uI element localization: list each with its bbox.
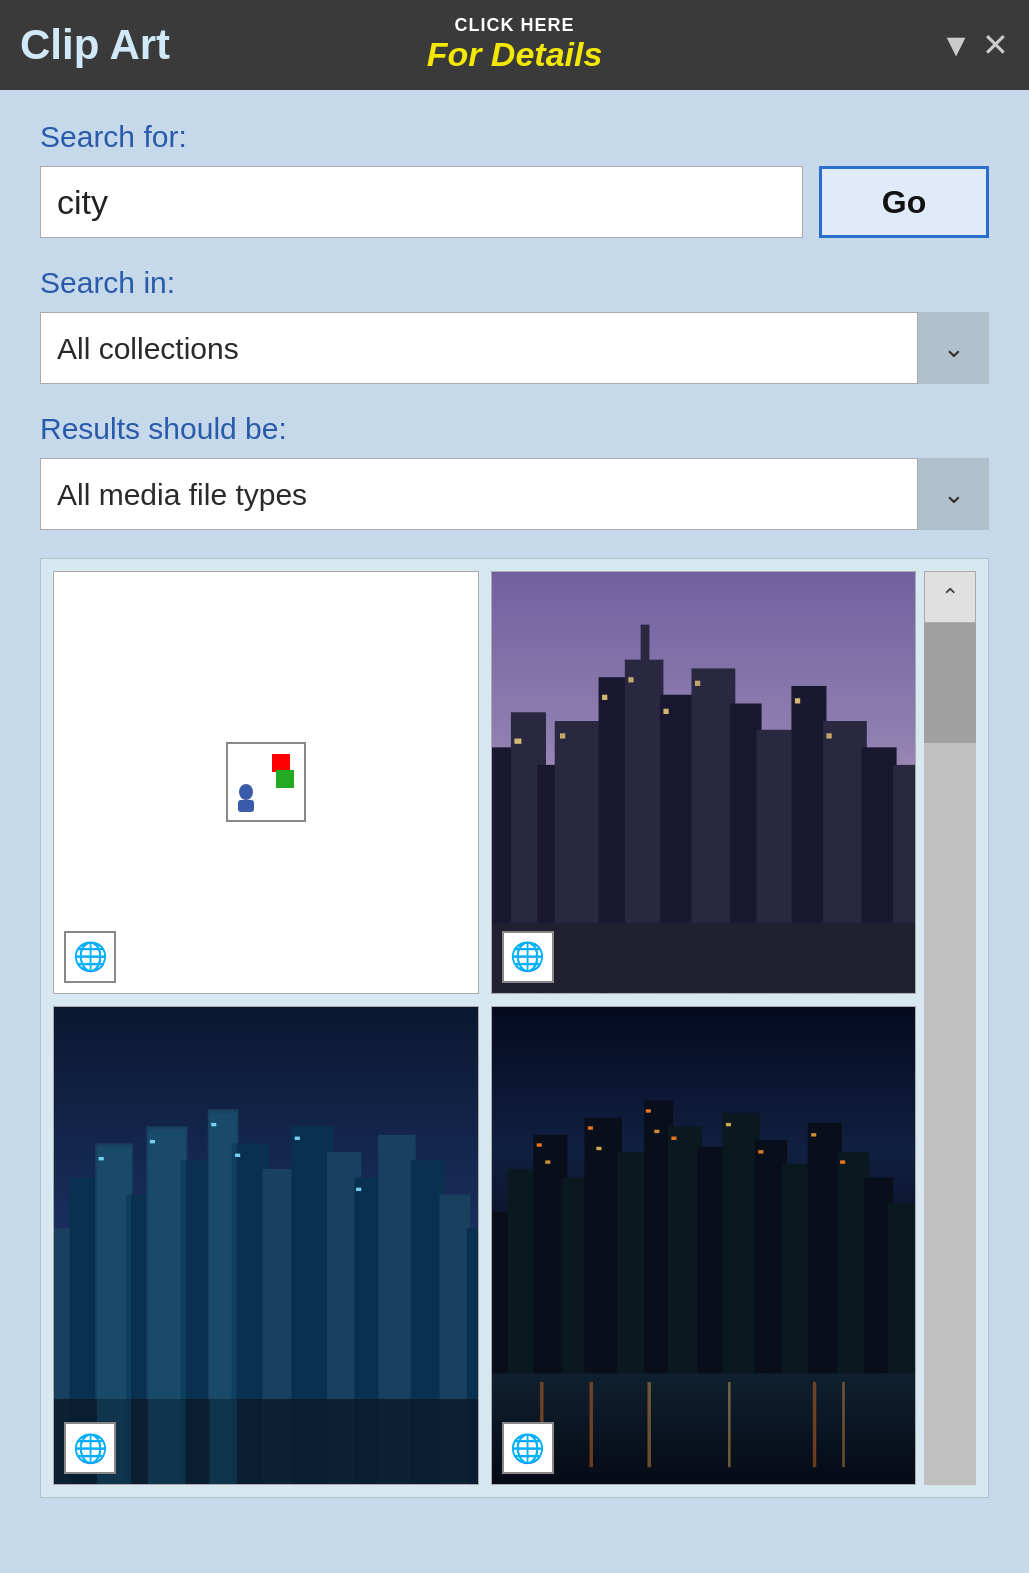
svg-rect-85 [811,1133,816,1136]
svg-rect-28 [826,733,831,738]
city-skyline-svg-1 [492,572,916,993]
dropdown-button[interactable]: ▼ [940,29,972,61]
clip-mini-icon [226,742,306,822]
search-in-label: Search in: [40,266,989,300]
globe-badge-4: 🌐 [502,1422,554,1474]
svg-rect-53 [211,1123,216,1126]
title-bar-controls: ▼ ✕ [940,29,1009,61]
svg-rect-23 [602,695,607,700]
svg-rect-79 [596,1147,601,1150]
promo-banner[interactable]: CLICK HERE For Details [427,16,603,73]
svg-rect-20 [492,923,916,993]
city-image-4 [492,1007,916,1484]
main-content: Search for: Go Search in: All collection… [0,90,1029,1528]
results-should-be-label: Results should be: [40,412,989,446]
clip-item-2[interactable]: 🌐 [491,571,917,994]
svg-rect-27 [794,698,799,703]
svg-rect-77 [545,1160,550,1163]
globe-badge-1: 🌐 [64,931,116,983]
svg-rect-26 [694,681,699,686]
search-input[interactable] [40,166,803,238]
svg-rect-82 [671,1136,676,1139]
svg-rect-86 [840,1160,845,1163]
svg-rect-84 [758,1150,763,1153]
clip-item-4[interactable]: 🌐 [491,1006,917,1485]
svg-rect-81 [654,1129,659,1132]
search-in-wrapper: All collections My collections Office.co… [40,312,989,384]
globe-badge-2: 🌐 [502,931,554,983]
svg-rect-1 [238,800,254,812]
svg-rect-10 [640,625,649,669]
city-skyline-svg-2 [54,1007,478,1484]
svg-rect-51 [99,1157,104,1160]
results-type-container: All media file types Illustrations Photo… [40,458,989,530]
city-image-3 [54,1007,478,1484]
svg-rect-22 [559,733,564,738]
search-in-select[interactable]: All collections My collections Office.co… [40,312,989,384]
svg-rect-54 [235,1153,240,1156]
clip-icon-placeholder [216,732,316,832]
svg-rect-24 [628,677,633,682]
svg-rect-50 [210,1112,237,1484]
click-here-label: CLICK HERE [427,16,603,36]
results-scrollbar: ⌃ [924,571,976,1485]
for-details-label: For Details [427,36,603,73]
results-type-select[interactable]: All media file types Illustrations Photo… [40,458,989,530]
results-area: 🌐 [40,558,989,1498]
globe-badge-3: 🌐 [64,1422,116,1474]
results-grid: 🌐 [53,571,916,1485]
svg-point-0 [239,784,253,800]
clip-item-1[interactable]: 🌐 [53,571,479,994]
svg-rect-87 [492,1373,916,1484]
scroll-track[interactable] [924,623,976,1485]
mini-green-square [276,770,294,788]
svg-rect-55 [295,1136,300,1139]
clip-item-3[interactable]: 🌐 [53,1006,479,1485]
search-for-label: Search for: [40,120,989,154]
go-button[interactable]: Go [819,166,989,238]
person-icon [234,782,270,814]
close-button[interactable]: ✕ [982,29,1009,61]
svg-rect-80 [645,1109,650,1112]
app-title: Clip Art [20,21,170,69]
svg-rect-78 [587,1126,592,1129]
city-image-2 [492,572,916,993]
search-row: Go [40,166,989,238]
svg-rect-49 [148,1129,185,1484]
scroll-thumb[interactable] [924,623,976,743]
svg-rect-25 [663,709,668,714]
title-bar: Clip Art CLICK HERE For Details ▼ ✕ [0,0,1029,90]
city-skyline-svg-3 [492,1007,916,1484]
svg-rect-52 [150,1140,155,1143]
scroll-up-button[interactable]: ⌃ [924,571,976,623]
svg-rect-21 [514,739,521,744]
svg-rect-76 [536,1143,541,1146]
svg-rect-83 [725,1123,730,1126]
search-in-container: All collections My collections Office.co… [40,312,989,384]
results-type-wrapper: All media file types Illustrations Photo… [40,458,989,530]
svg-rect-56 [356,1187,361,1190]
